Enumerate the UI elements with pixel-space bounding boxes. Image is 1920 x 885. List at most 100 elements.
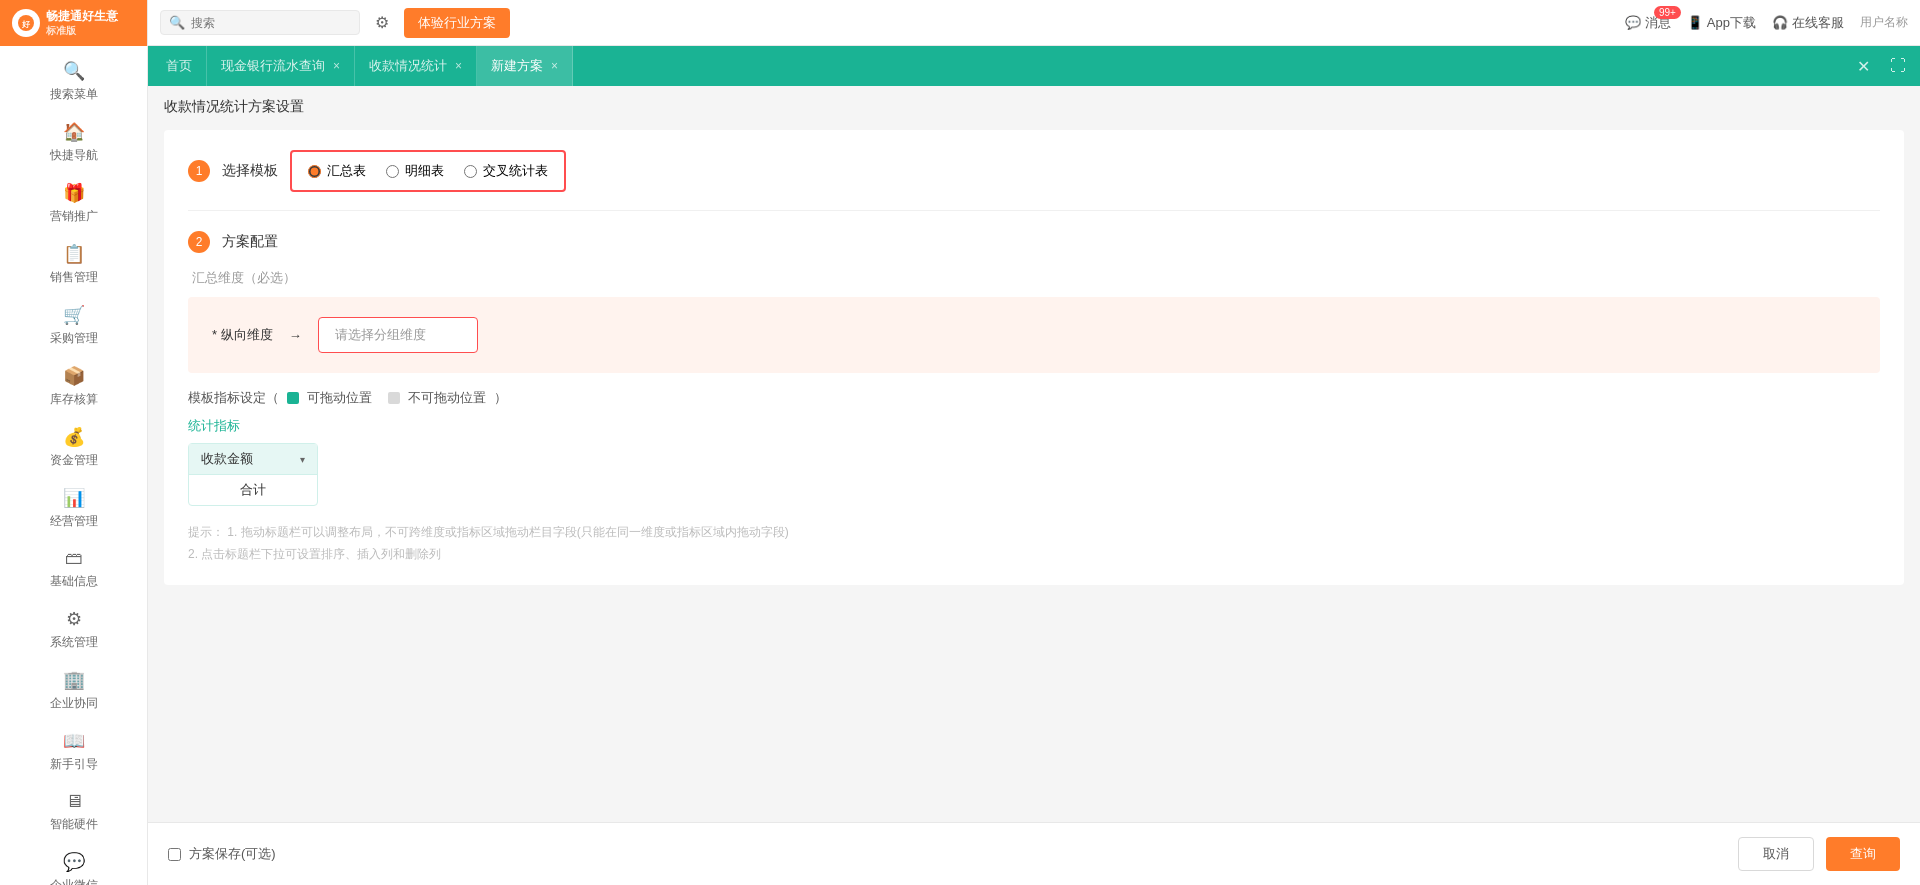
message-icon: 💬 <box>1625 15 1641 30</box>
search-box[interactable]: 🔍 <box>160 10 360 35</box>
sidebar-item-quick-nav[interactable]: 🏠 快捷导航 <box>0 111 147 172</box>
sidebar-item-guide[interactable]: 📖 新手引导 <box>0 720 147 781</box>
tip-title: 提示： 1. 拖动标题栏可以调整布局，不可跨维度或指标区域拖动栏目字段(只能在同… <box>188 522 1880 544</box>
logo-text: 畅捷通好生意 标准版 <box>46 9 118 38</box>
search-input[interactable] <box>191 16 351 30</box>
sales-icon: 📋 <box>63 243 85 265</box>
logo-icon: 好 <box>12 9 40 37</box>
tab-new-plan[interactable]: 新建方案 × <box>477 46 573 86</box>
sidebar-item-wechat[interactable]: 💬 企业微信 <box>0 841 147 885</box>
radio-summary[interactable]: 汇总表 <box>308 162 366 180</box>
tabs-right-controls: ✕ ⛶ <box>1851 55 1912 78</box>
tab-new-plan-close[interactable]: × <box>551 59 558 73</box>
hardware-icon: 🖥 <box>65 791 83 812</box>
divider1 <box>188 210 1880 211</box>
radio-cross[interactable]: 交叉统计表 <box>464 162 548 180</box>
trial-button[interactable]: 体验行业方案 <box>404 8 510 38</box>
sidebar-logo: 好 畅捷通好生意 标准版 <box>0 0 147 46</box>
metrics-table: 收款金额 ▾ 合计 <box>188 443 318 506</box>
template-options: 汇总表 明细表 交叉统计表 <box>290 150 566 192</box>
sidebar-item-basic-info[interactable]: 🗃 基础信息 <box>0 538 147 598</box>
tab-home[interactable]: 首页 <box>156 46 207 86</box>
footer-actions: 取消 查询 <box>1738 837 1900 871</box>
tab-cash-bank[interactable]: 现金银行流水查询 × <box>207 46 355 86</box>
purchase-icon: 🛒 <box>63 304 85 326</box>
message-item[interactable]: 💬 消息 99+ <box>1625 14 1671 32</box>
dimension-arrow: → <box>289 328 302 343</box>
basic-info-icon: 🗃 <box>65 548 83 569</box>
page-title: 收款情况统计方案设置 <box>164 98 1904 116</box>
gift-icon: 🎁 <box>63 182 85 204</box>
dimension-select[interactable]: 请选择分组维度 <box>318 317 478 353</box>
tab-cash-bank-close[interactable]: × <box>333 59 340 73</box>
metrics-cell-total: 合计 <box>189 475 317 505</box>
tab-close-all-icon[interactable]: ✕ <box>1851 55 1876 78</box>
query-button[interactable]: 查询 <box>1826 837 1900 871</box>
cancel-button[interactable]: 取消 <box>1738 837 1814 871</box>
metrics-chevron-icon[interactable]: ▾ <box>300 454 305 465</box>
search-icon: 🔍 <box>169 15 185 30</box>
sidebar: 好 畅捷通好生意 标准版 🔍 搜索菜单 🏠 快捷导航 🎁 营销推广 📋 销售管理… <box>0 0 148 885</box>
step1-row: 1 选择模板 汇总表 明细表 交叉统计表 <box>188 150 1880 192</box>
user-info[interactable]: 用户名称 <box>1860 14 1908 31</box>
sidebar-item-sales[interactable]: 📋 销售管理 <box>0 233 147 294</box>
sidebar-item-search[interactable]: 🔍 搜索菜单 <box>0 50 147 111</box>
metrics-header[interactable]: 收款金额 ▾ <box>189 444 317 475</box>
metrics-label-text: 模板指标设定（ <box>188 389 279 407</box>
sidebar-nav: 🔍 搜索菜单 🏠 快捷导航 🎁 营销推广 📋 销售管理 🛒 采购管理 📦 库存核… <box>0 46 147 885</box>
dimension-row: * 纵向维度 → 请选择分组维度 <box>212 317 1856 353</box>
main-area: 🔍 ⚙ 体验行业方案 💬 消息 99+ 📱 App下载 🎧 在线客服 用户名称 … <box>148 0 1920 885</box>
sidebar-item-system[interactable]: ⚙ 系统管理 <box>0 598 147 659</box>
step1-label: 选择模板 <box>222 162 278 180</box>
sidebar-item-inventory[interactable]: 📦 库存核算 <box>0 355 147 416</box>
metrics-label: 统计指标 <box>188 417 1880 435</box>
step2-header: 2 方案配置 <box>188 231 1880 253</box>
tip2: 2. 点击标题栏下拉可设置排序、插入列和删除列 <box>188 544 1880 566</box>
tips-section: 提示： 1. 拖动标题栏可以调整布局，不可跨维度或指标区域拖动栏目字段(只能在同… <box>188 522 1880 565</box>
system-icon: ⚙ <box>66 608 82 630</box>
tab-receipt-stats-close[interactable]: × <box>455 59 462 73</box>
settings-gear-icon[interactable]: ⚙ <box>368 9 396 37</box>
tab-receipt-stats[interactable]: 收款情况统计 × <box>355 46 477 86</box>
sidebar-item-hardware[interactable]: 🖥 智能硬件 <box>0 781 147 841</box>
footer: 方案保存(可选) 取消 查询 <box>148 822 1920 885</box>
metrics-section: 模板指标设定（ 可拖动位置 不可拖动位置 ） 统计指标 收款金额 ▾ 合计 <box>188 389 1880 506</box>
download-icon: 📱 <box>1687 15 1703 30</box>
svg-text:好: 好 <box>21 20 31 29</box>
tab-expand-icon[interactable]: ⛶ <box>1884 55 1912 78</box>
message-badge: 99+ <box>1654 6 1681 19</box>
sidebar-item-enterprise[interactable]: 🏢 企业协同 <box>0 659 147 720</box>
service-item[interactable]: 🎧 在线客服 <box>1772 14 1844 32</box>
save-checkbox[interactable] <box>168 848 181 861</box>
step2-number: 2 <box>188 231 210 253</box>
wechat-icon: 💬 <box>63 851 85 873</box>
operations-icon: 📊 <box>63 487 85 509</box>
service-icon: 🎧 <box>1772 15 1788 30</box>
step2-section: 2 方案配置 汇总维度（必选） * 纵向维度 → 请选择分组维度 <box>188 231 1880 565</box>
enterprise-icon: 🏢 <box>63 669 85 691</box>
download-item[interactable]: 📱 App下载 <box>1687 14 1756 32</box>
main-card: 1 选择模板 汇总表 明细表 交叉统计表 <box>164 130 1904 585</box>
draggable-indicator <box>287 392 299 404</box>
tabs-bar: 首页 现金银行流水查询 × 收款情况统计 × 新建方案 × ✕ ⛶ <box>148 46 1920 86</box>
step2-label: 方案配置 <box>222 233 278 251</box>
sidebar-item-finance[interactable]: 💰 资金管理 <box>0 416 147 477</box>
sidebar-item-operations[interactable]: 📊 经营管理 <box>0 477 147 538</box>
finance-icon: 💰 <box>63 426 85 448</box>
topbar: 🔍 ⚙ 体验行业方案 💬 消息 99+ 📱 App下载 🎧 在线客服 用户名称 <box>148 0 1920 46</box>
step1-number: 1 <box>188 160 210 182</box>
radio-detail[interactable]: 明细表 <box>386 162 444 180</box>
footer-save: 方案保存(可选) <box>168 845 276 863</box>
sidebar-item-purchase[interactable]: 🛒 采购管理 <box>0 294 147 355</box>
dimension-title: 汇总维度（必选） <box>188 269 1880 287</box>
home-icon: 🏠 <box>63 121 85 143</box>
radio-group: 汇总表 明细表 交叉统计表 <box>308 162 548 180</box>
search-icon: 🔍 <box>63 60 85 82</box>
sidebar-item-marketing[interactable]: 🎁 营销推广 <box>0 172 147 233</box>
metrics-toggle: 模板指标设定（ 可拖动位置 不可拖动位置 ） <box>188 389 1880 407</box>
save-label[interactable]: 方案保存(可选) <box>189 845 276 863</box>
content-area: 收款情况统计方案设置 1 选择模板 汇总表 明细表 <box>148 86 1920 822</box>
dimension-area: * 纵向维度 → 请选择分组维度 <box>188 297 1880 373</box>
topbar-right: 💬 消息 99+ 📱 App下载 🎧 在线客服 用户名称 <box>1625 14 1908 32</box>
guide-icon: 📖 <box>63 730 85 752</box>
